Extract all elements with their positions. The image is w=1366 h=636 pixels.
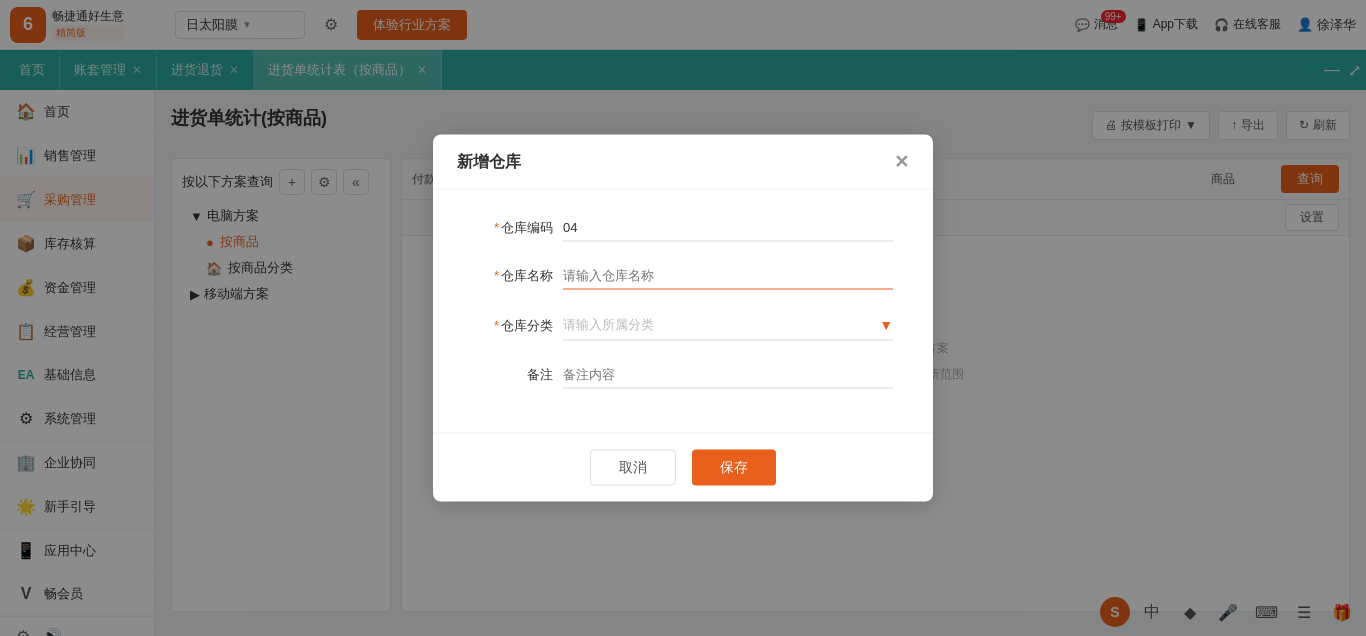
modal-title: 新增仓库: [457, 151, 521, 172]
category-select[interactable]: 请输入所属分类 ▼: [563, 310, 893, 341]
form-row-name: *仓库名称: [473, 262, 893, 290]
form-row-remark: 备注: [473, 361, 893, 389]
save-button[interactable]: 保存: [692, 450, 776, 486]
modal-close-btn[interactable]: ✕: [894, 151, 909, 173]
name-label: *仓库名称: [473, 267, 553, 285]
category-arrow-icon: ▼: [879, 317, 893, 333]
modal-new-warehouse: 新增仓库 ✕ *仓库编码 *仓库名称 *仓库分类 请输入所属分类 ▼: [433, 135, 933, 502]
code-label: *仓库编码: [473, 219, 553, 237]
form-row-category: *仓库分类 请输入所属分类 ▼: [473, 310, 893, 341]
name-input[interactable]: [563, 262, 893, 290]
remark-input[interactable]: [563, 361, 893, 389]
code-input[interactable]: [563, 214, 893, 242]
modal-header: 新增仓库 ✕: [433, 135, 933, 190]
remark-label: 备注: [473, 366, 553, 384]
modal-body: *仓库编码 *仓库名称 *仓库分类 请输入所属分类 ▼ 备注: [433, 190, 933, 433]
form-row-code: *仓库编码: [473, 214, 893, 242]
category-label: *仓库分类: [473, 316, 553, 334]
modal-footer: 取消 保存: [433, 433, 933, 502]
category-placeholder: 请输入所属分类: [563, 316, 879, 334]
cancel-button[interactable]: 取消: [590, 450, 676, 486]
